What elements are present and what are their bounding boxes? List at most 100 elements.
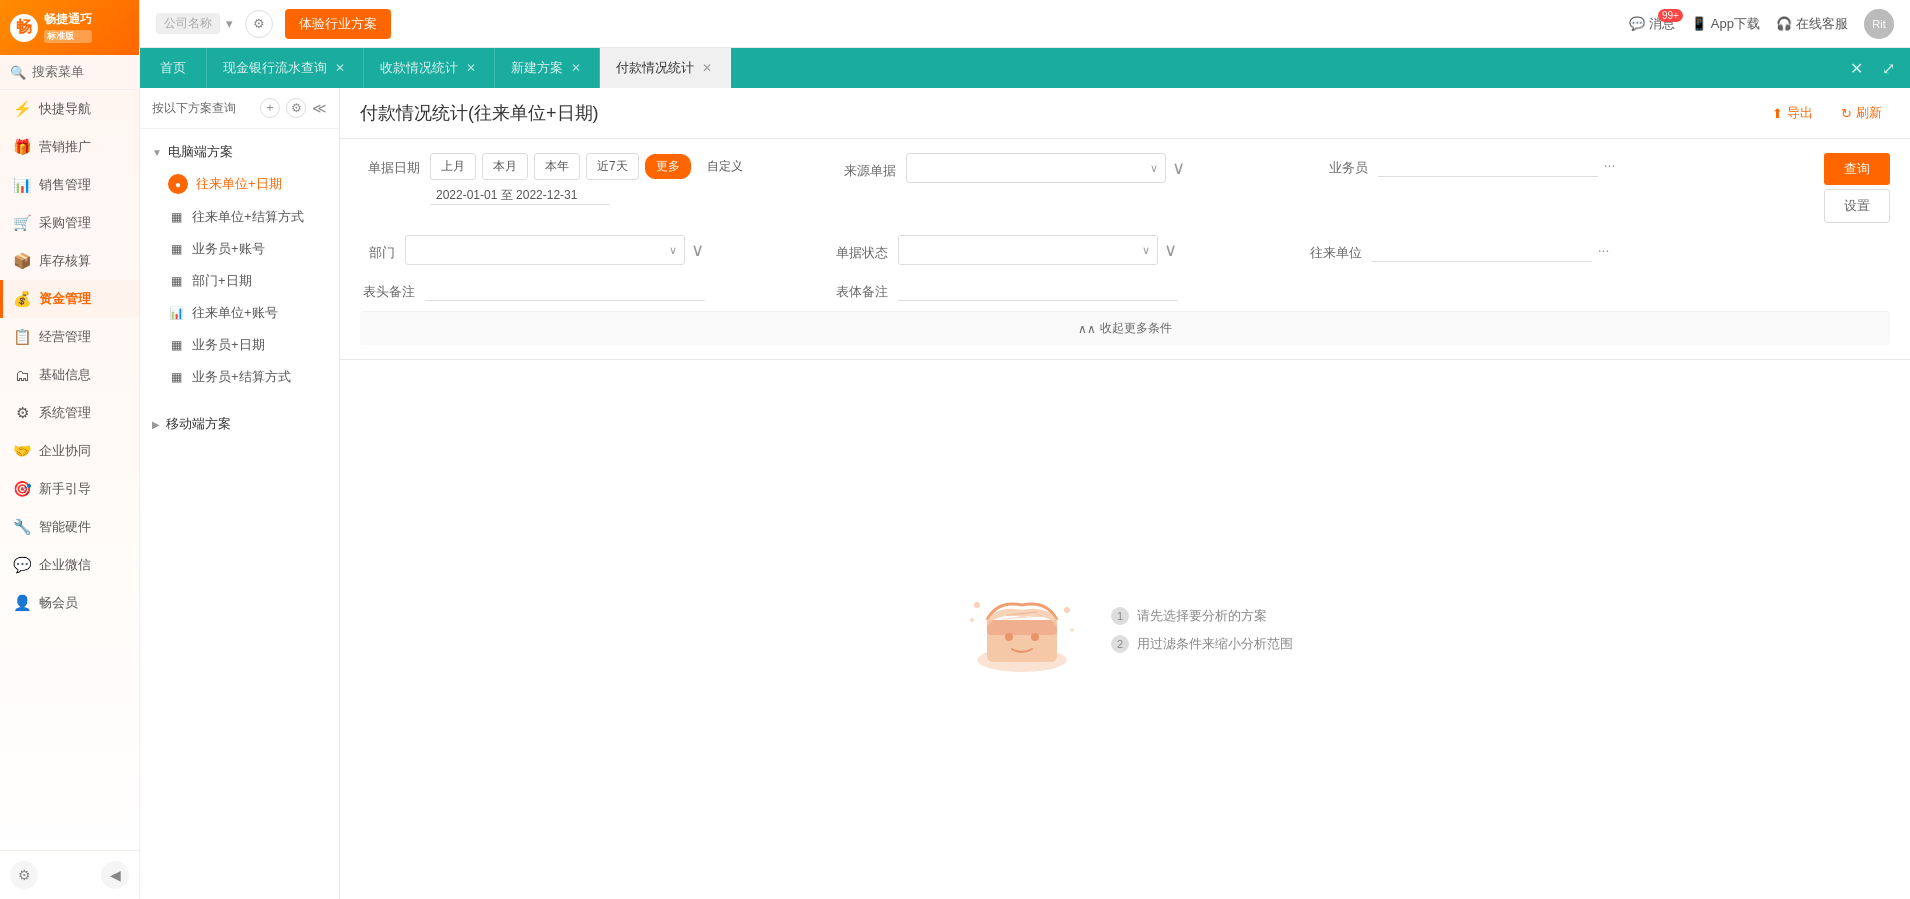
- receipt-status-dropdown-icon[interactable]: ∨: [1164, 239, 1177, 261]
- header-note-input[interactable]: [425, 277, 705, 301]
- sidebar-item-system[interactable]: ⚙ 系统管理: [0, 394, 139, 432]
- scheme-item-staff-date[interactable]: ▦ 业务员+日期: [140, 329, 339, 361]
- content-area: 按以下方案查询 + ⚙ ≪ ▼ 电脑端方案 ● 往来单位+日期 ▦: [140, 88, 1910, 899]
- app-icon: 📱: [1691, 16, 1707, 31]
- tab-payment-stats-close[interactable]: ✕: [700, 61, 714, 75]
- tab-new-scheme[interactable]: 新建方案 ✕: [495, 48, 600, 88]
- scheme-table-icon-4: ▦: [168, 338, 184, 352]
- date-this-year-btn[interactable]: 本年: [534, 153, 580, 180]
- mobile-section-arrow: ▶: [152, 419, 160, 430]
- dept-select[interactable]: [405, 235, 685, 265]
- scheme-item-unit-date[interactable]: ● 往来单位+日期: [140, 167, 339, 201]
- scheme-item-staff-account[interactable]: ▦ 业务员+账号: [140, 233, 339, 265]
- sidebar-item-purchase[interactable]: 🛒 采购管理: [0, 204, 139, 242]
- svg-point-8: [1070, 628, 1074, 632]
- tab-home[interactable]: 首页: [140, 48, 207, 88]
- online-service-btn[interactable]: 🎧 在线客服: [1776, 15, 1848, 33]
- collapse-more-btn[interactable]: ∧∧ 收起更多条件: [360, 311, 1890, 345]
- tab-bank-flow-close[interactable]: ✕: [333, 61, 347, 75]
- page-header: 付款情况统计(往来单位+日期) ⬆ 导出 ↻ 刷新: [340, 88, 1910, 139]
- left-panel-title: 按以下方案查询: [152, 100, 236, 117]
- topbar-settings-btn[interactable]: ⚙: [245, 10, 273, 38]
- staff-more-btn[interactable]: ···: [1598, 153, 1622, 177]
- sidebar-footer: ⚙ ◀: [0, 850, 139, 899]
- tab-payment-stats[interactable]: 付款情况统计 ✕: [600, 48, 731, 88]
- desktop-section-header[interactable]: ▼ 电脑端方案: [140, 137, 339, 167]
- date-custom-btn[interactable]: 自定义: [697, 154, 753, 179]
- topbar: 公司名称 ▾ ⚙ 体验行业方案 💬 消息 99+ 📱 App下载 🎧 在线客服 …: [140, 0, 1910, 48]
- source-dropdown-icon[interactable]: ∨: [1172, 157, 1185, 179]
- refresh-btn[interactable]: ↻ 刷新: [1833, 100, 1890, 126]
- sidebar-item-member[interactable]: 👤 畅会员: [0, 584, 139, 622]
- receipt-status-label: 单据状态: [833, 238, 898, 262]
- query-btn[interactable]: 查询: [1824, 153, 1890, 185]
- sidebar-item-weixin[interactable]: 💬 企业微信: [0, 546, 139, 584]
- logo-text: 畅捷通巧 标准版: [44, 12, 92, 43]
- left-panel-collapse-btn[interactable]: ≪: [312, 100, 327, 116]
- system-icon: ⚙: [13, 404, 31, 422]
- date-more-btn[interactable]: 更多: [645, 154, 691, 179]
- tab-new-scheme-close[interactable]: ✕: [569, 61, 583, 75]
- logo-icon: 畅: [10, 14, 38, 42]
- sidebar-item-guide[interactable]: 🎯 新手引导: [0, 470, 139, 508]
- export-btn[interactable]: ⬆ 导出: [1764, 100, 1821, 126]
- partner-input[interactable]: [1372, 238, 1592, 262]
- tab-fullscreen-btn[interactable]: ⤢: [1876, 56, 1900, 80]
- empty-step-1: 1 请先选择要分析的方案: [1111, 607, 1293, 625]
- try-industry-btn[interactable]: 体验行业方案: [285, 9, 391, 39]
- tab-receipt-stats[interactable]: 收款情况统计 ✕: [364, 48, 495, 88]
- footer-settings-btn[interactable]: ⚙: [10, 861, 38, 889]
- search-menu[interactable]: 🔍 搜索菜单: [0, 55, 139, 90]
- app-download-btn[interactable]: 📱 App下载: [1691, 15, 1760, 33]
- partner-more-btn[interactable]: ···: [1592, 238, 1616, 262]
- sidebar-item-sales[interactable]: 📊 销售管理: [0, 166, 139, 204]
- sidebar-item-capital[interactable]: 💰 资金管理: [0, 280, 139, 318]
- scheme-settings-btn[interactable]: ⚙: [286, 98, 306, 118]
- tab-receipt-stats-close[interactable]: ✕: [464, 61, 478, 75]
- sidebar: 畅 畅捷通巧 标准版 🔍 搜索菜单 ⚡ 快捷导航 🎁 营销推广 📊 销售管理 🛒…: [0, 0, 140, 899]
- notification-badge: 99+: [1658, 9, 1683, 22]
- tab-bank-flow[interactable]: 现金银行流水查询 ✕: [207, 48, 364, 88]
- sidebar-item-inventory[interactable]: 📦 库存核算: [0, 242, 139, 280]
- tab-close-all-btn[interactable]: ✕: [1844, 56, 1868, 80]
- source-select[interactable]: [906, 153, 1166, 183]
- staff-input[interactable]: [1378, 153, 1598, 177]
- scheme-item-unit-settle[interactable]: ▦ 往来单位+结算方式: [140, 201, 339, 233]
- sidebar-item-quick-nav[interactable]: ⚡ 快捷导航: [0, 90, 139, 128]
- right-panel: 付款情况统计(往来单位+日期) ⬆ 导出 ↻ 刷新: [340, 88, 1910, 899]
- scheme-item-dept-date[interactable]: ▦ 部门+日期: [140, 265, 339, 297]
- add-scheme-btn[interactable]: +: [260, 98, 280, 118]
- sidebar-item-enterprise[interactable]: 🤝 企业协同: [0, 432, 139, 470]
- sidebar-item-operation[interactable]: 📋 经营管理: [0, 318, 139, 356]
- message-icon: 💬: [1629, 16, 1645, 31]
- receipt-status-select-wrap: [898, 235, 1158, 265]
- capital-icon: 💰: [13, 290, 31, 308]
- scheme-table-icon-5: ▦: [168, 370, 184, 384]
- company-selector[interactable]: 公司名称 ▾: [156, 13, 233, 34]
- date-last-month-btn[interactable]: 上月: [430, 153, 476, 180]
- page-title: 付款情况统计(往来单位+日期): [360, 101, 599, 125]
- weixin-icon: 💬: [13, 556, 31, 574]
- sidebar-item-hardware[interactable]: 🔧 智能硬件: [0, 508, 139, 546]
- company-name: 公司名称: [156, 13, 220, 34]
- refresh-icon: ↻: [1841, 106, 1852, 121]
- date-this-month-btn[interactable]: 本月: [482, 153, 528, 180]
- footer-collapse-btn[interactable]: ◀: [101, 861, 129, 889]
- avatar-placeholder: Rit: [1864, 9, 1894, 39]
- body-note-input[interactable]: [898, 277, 1178, 301]
- scheme-item-unit-account[interactable]: 📊 往来单位+账号: [140, 297, 339, 329]
- sidebar-item-basic-info[interactable]: 🗂 基础信息: [0, 356, 139, 394]
- receipt-status-select[interactable]: [898, 235, 1158, 265]
- message-btn[interactable]: 💬 消息 99+: [1629, 15, 1675, 33]
- mobile-section-header[interactable]: ▶ 移动端方案: [140, 409, 339, 439]
- svg-point-3: [1005, 633, 1013, 641]
- filter-settings-btn[interactable]: 设置: [1824, 189, 1890, 223]
- date-7days-btn[interactable]: 近7天: [586, 153, 639, 180]
- scheme-table-icon-2: ▦: [168, 242, 184, 256]
- user-avatar[interactable]: Rit: [1864, 9, 1894, 39]
- dept-dropdown-icon[interactable]: ∨: [691, 239, 704, 261]
- sidebar-item-marketing[interactable]: 🎁 营销推广: [0, 128, 139, 166]
- scheme-item-staff-settle[interactable]: ▦ 业务员+结算方式: [140, 361, 339, 393]
- body-note-label: 表体备注: [833, 277, 898, 301]
- date-range-input[interactable]: [430, 186, 610, 205]
